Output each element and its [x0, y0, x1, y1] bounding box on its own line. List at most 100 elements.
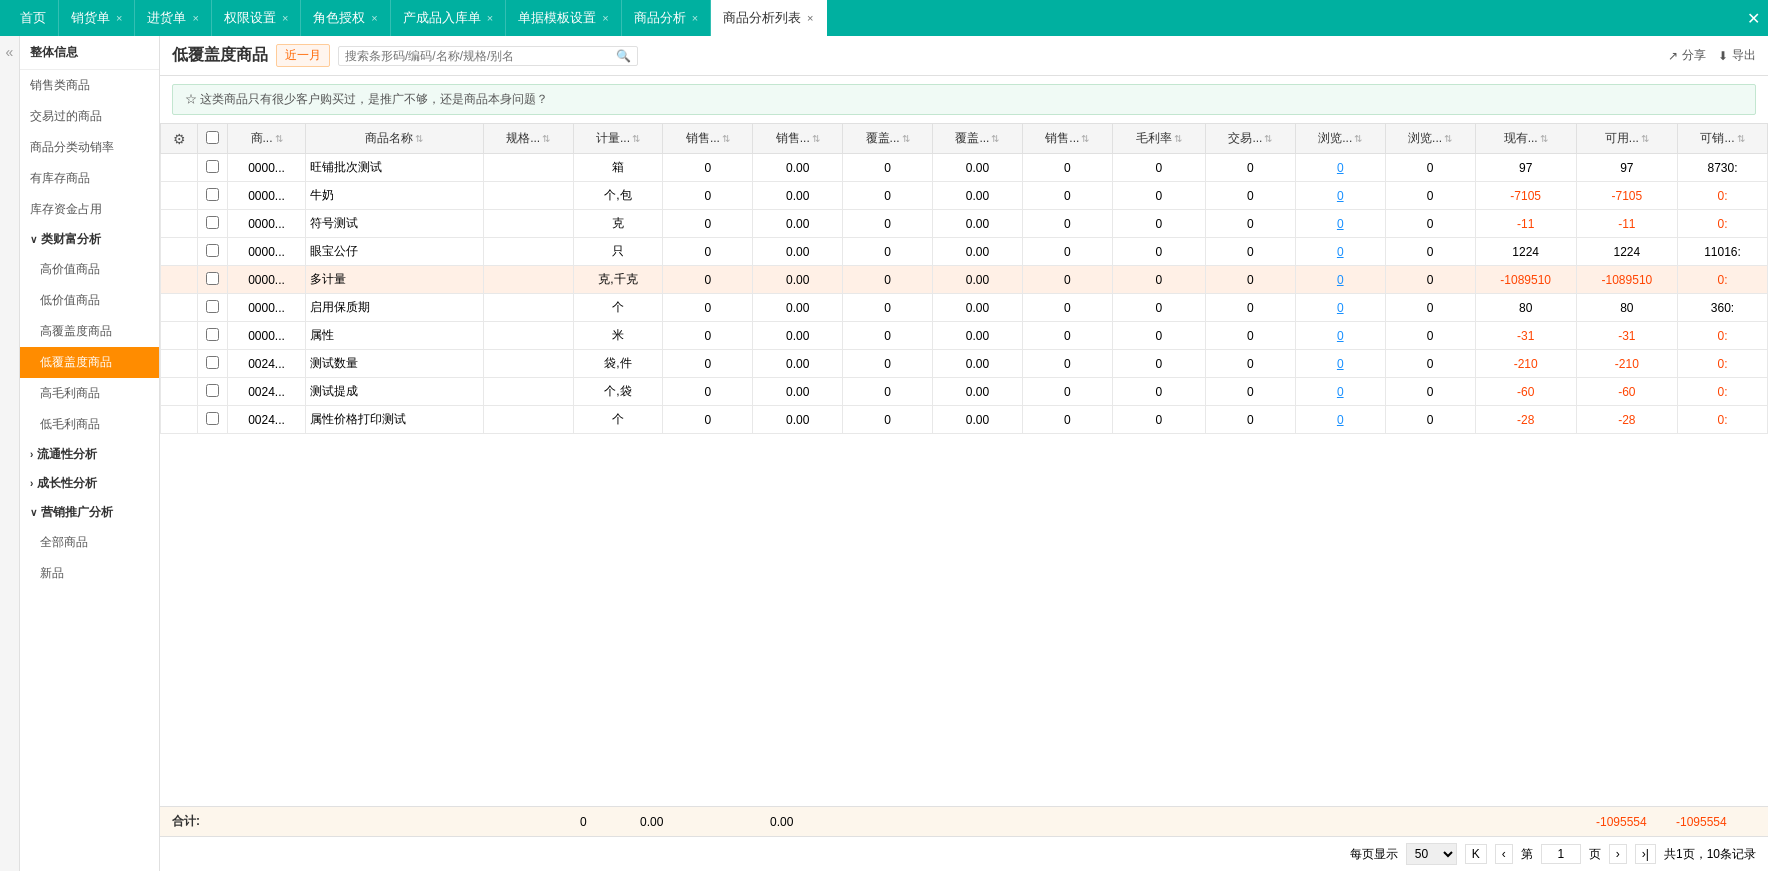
sidebar-group-wealth[interactable]: ∨ 类财富分析: [20, 225, 159, 254]
col-cov2[interactable]: 覆盖...⇅: [933, 124, 1023, 154]
close-icon[interactable]: ×: [116, 12, 122, 24]
row-browse1[interactable]: 0: [1295, 322, 1385, 350]
col-sales3[interactable]: 销售...⇅: [1022, 124, 1112, 154]
row-browse1[interactable]: 0: [1295, 294, 1385, 322]
row-gross-rate: 0: [1112, 294, 1205, 322]
sidebar-item-low-coverage[interactable]: 低覆盖度商品: [20, 347, 159, 378]
sidebar-item-high-margin[interactable]: 高毛利商品: [20, 378, 159, 409]
sidebar-item-high-coverage[interactable]: 高覆盖度商品: [20, 316, 159, 347]
row-checkbox[interactable]: [198, 322, 228, 350]
table-row: 0000... 旺铺批次测试 箱 0 0.00 0 0.00 0 0 0 0 0…: [161, 154, 1768, 182]
page-number-input[interactable]: [1541, 844, 1581, 864]
col-cov1[interactable]: 覆盖...⇅: [843, 124, 933, 154]
row-saleable: 0:: [1677, 322, 1767, 350]
row-checkbox[interactable]: [198, 294, 228, 322]
nav-permissions[interactable]: 权限设置 ×: [212, 0, 301, 36]
sidebar-group-marketing[interactable]: ∨ 营销推广分析: [20, 498, 159, 527]
close-icon[interactable]: ×: [692, 12, 698, 24]
sidebar-item-traded-goods[interactable]: 交易过的商品: [20, 101, 159, 132]
nav-purchase[interactable]: 进货单 ×: [135, 0, 211, 36]
close-icon[interactable]: ×: [487, 12, 493, 24]
sidebar-item-in-stock[interactable]: 有库存商品: [20, 163, 159, 194]
row-checkbox[interactable]: [198, 154, 228, 182]
close-icon[interactable]: ×: [602, 12, 608, 24]
close-icon[interactable]: ×: [371, 12, 377, 24]
row-browse1[interactable]: 0: [1295, 238, 1385, 266]
row-checkbox[interactable]: [198, 238, 228, 266]
table-row: 0000... 多计量 克,千克 0 0.00 0 0.00 0 0 0 0 0…: [161, 266, 1768, 294]
row-checkbox[interactable]: [198, 210, 228, 238]
sidebar-group-growth[interactable]: › 成长性分析: [20, 469, 159, 498]
prev-page-button[interactable]: ‹: [1495, 844, 1513, 864]
col-code[interactable]: 商...⇅: [228, 124, 305, 154]
row-checkbox[interactable]: [198, 406, 228, 434]
nav-production[interactable]: 产成品入库单 ×: [391, 0, 506, 36]
row-checkbox[interactable]: [198, 182, 228, 210]
col-browse2[interactable]: 浏览...⇅: [1385, 124, 1475, 154]
row-checkbox[interactable]: [198, 350, 228, 378]
search-icon[interactable]: 🔍: [616, 49, 631, 63]
sidebar-item-capital-usage[interactable]: 库存资金占用: [20, 194, 159, 225]
nav-product-analysis[interactable]: 商品分析 ×: [622, 0, 711, 36]
sidebar-collapse-button[interactable]: «: [0, 36, 20, 871]
col-transaction[interactable]: 交易...⇅: [1205, 124, 1295, 154]
sidebar-group-circulation[interactable]: › 流通性分析: [20, 440, 159, 469]
col-checkbox[interactable]: [198, 124, 228, 154]
row-transaction: 0: [1205, 406, 1295, 434]
row-available: -7105: [1576, 182, 1677, 210]
col-current[interactable]: 现有...⇅: [1475, 124, 1576, 154]
col-available[interactable]: 可用...⇅: [1576, 124, 1677, 154]
sort-icon: ⇅: [1174, 133, 1182, 144]
first-page-button[interactable]: K: [1465, 844, 1487, 864]
share-button[interactable]: ↗ 分享: [1668, 47, 1706, 64]
row-current: -11: [1475, 210, 1576, 238]
row-browse1[interactable]: 0: [1295, 350, 1385, 378]
search-input[interactable]: [345, 49, 616, 63]
last-page-button[interactable]: ›|: [1635, 844, 1656, 864]
nav-home[interactable]: 首页: [8, 0, 59, 36]
nav-template[interactable]: 单据模板设置 ×: [506, 0, 621, 36]
row-browse1[interactable]: 0: [1295, 378, 1385, 406]
close-icon[interactable]: ×: [807, 12, 813, 24]
row-browse1[interactable]: 0: [1295, 406, 1385, 434]
data-table: ⚙ 商...⇅ 商品名称⇅ 规格...⇅ 计量...⇅ 销售...⇅ 销售...…: [160, 123, 1768, 434]
sidebar-item-high-value[interactable]: 高价值商品: [20, 254, 159, 285]
col-sales-qty[interactable]: 销售...⇅: [663, 124, 753, 154]
sidebar-item-low-margin[interactable]: 低毛利商品: [20, 409, 159, 440]
row-checkbox[interactable]: [198, 266, 228, 294]
sidebar-item-all-goods[interactable]: 全部商品: [20, 527, 159, 558]
close-all-button[interactable]: ✕: [1747, 9, 1760, 28]
col-settings[interactable]: ⚙: [161, 124, 198, 154]
nav-sales[interactable]: 销货单 ×: [59, 0, 135, 36]
next-page-button[interactable]: ›: [1609, 844, 1627, 864]
nav-product-analysis-list[interactable]: 商品分析列表 ×: [711, 0, 826, 36]
col-name[interactable]: 商品名称⇅: [305, 124, 483, 154]
sidebar-item-category-rate[interactable]: 商品分类动销率: [20, 132, 159, 163]
nav-roles[interactable]: 角色授权 ×: [301, 0, 390, 36]
col-spec[interactable]: 规格...⇅: [483, 124, 573, 154]
sidebar-item-low-value[interactable]: 低价值商品: [20, 285, 159, 316]
per-page-select[interactable]: 50 100 200: [1406, 843, 1457, 865]
sidebar-item-sales-goods[interactable]: 销售类商品: [20, 70, 159, 101]
col-saleable[interactable]: 可销...⇅: [1677, 124, 1767, 154]
close-icon[interactable]: ×: [192, 12, 198, 24]
row-browse1[interactable]: 0: [1295, 154, 1385, 182]
select-all-checkbox[interactable]: [206, 131, 219, 144]
col-browse1[interactable]: 浏览...⇅: [1295, 124, 1385, 154]
export-button[interactable]: ⬇ 导出: [1718, 47, 1756, 64]
row-saleable: 0:: [1677, 266, 1767, 294]
close-icon[interactable]: ×: [282, 12, 288, 24]
row-available: -60: [1576, 378, 1677, 406]
row-transaction: 0: [1205, 182, 1295, 210]
row-browse1[interactable]: 0: [1295, 210, 1385, 238]
row-current: -31: [1475, 322, 1576, 350]
period-button[interactable]: 近一月: [276, 44, 330, 67]
row-saleable: 11016:: [1677, 238, 1767, 266]
row-checkbox[interactable]: [198, 378, 228, 406]
sidebar-item-new-goods[interactable]: 新品: [20, 558, 159, 589]
col-gross-rate[interactable]: 毛利率⇅: [1112, 124, 1205, 154]
col-sales-amt[interactable]: 销售...⇅: [753, 124, 843, 154]
col-unit[interactable]: 计量...⇅: [573, 124, 663, 154]
row-browse1[interactable]: 0: [1295, 182, 1385, 210]
row-browse1[interactable]: 0: [1295, 266, 1385, 294]
